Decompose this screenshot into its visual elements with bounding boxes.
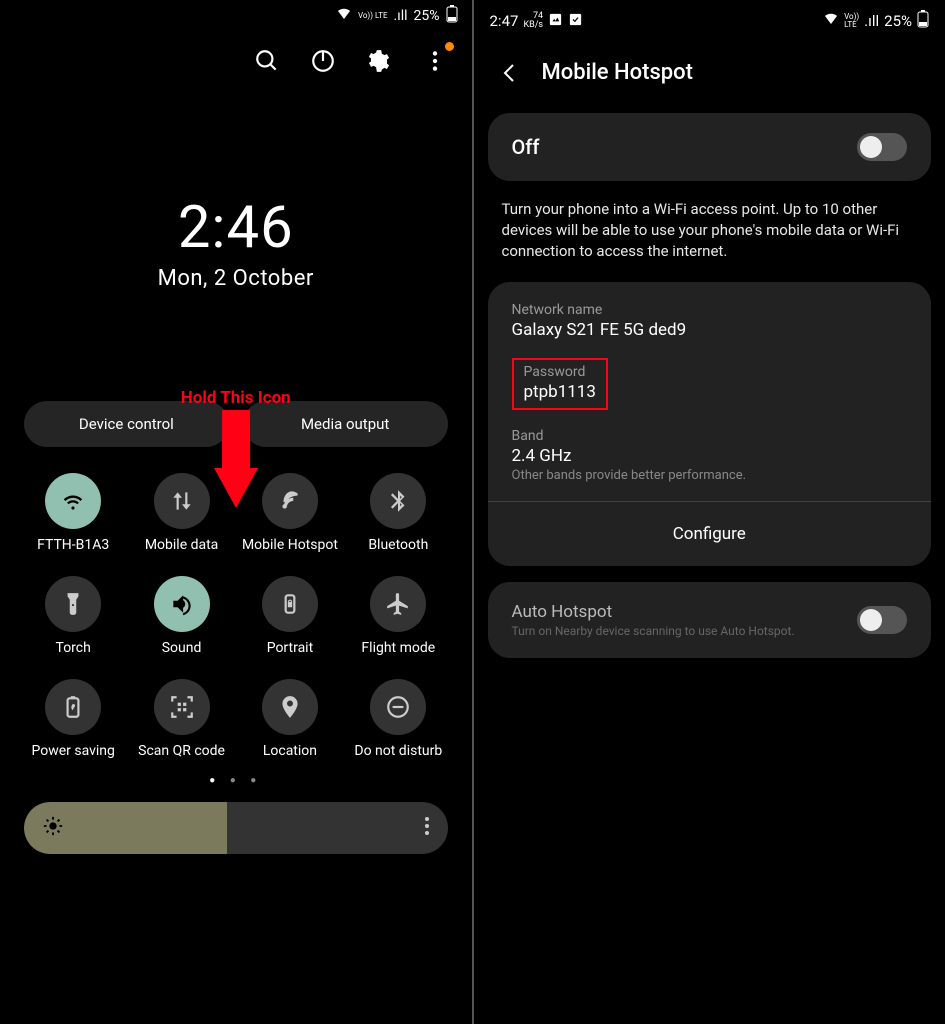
battery-leaf-icon: [45, 679, 101, 735]
password-label: Password: [524, 364, 596, 380]
tile-label: Portrait: [241, 640, 339, 657]
divider: [488, 501, 932, 502]
tile-sound[interactable]: Sound: [132, 576, 230, 657]
clock-block: 2:46 Mon, 2 October: [0, 194, 472, 291]
search-icon[interactable]: [254, 48, 280, 74]
tile-wifi[interactable]: FTTH-B1A3: [24, 473, 122, 554]
header: Mobile Hotspot: [474, 42, 945, 113]
device-control-button[interactable]: Device control: [24, 401, 229, 447]
tile-label: Do not disturb: [349, 743, 447, 760]
tile-label: Location: [241, 743, 339, 760]
tile-grid: FTTH-B1A3 Mobile data Mobile Hotspot Blu…: [0, 447, 472, 769]
qr-icon: [154, 679, 210, 735]
back-button[interactable]: [498, 61, 522, 85]
brightness-icon: [42, 815, 64, 841]
hotspot-toggle[interactable]: [857, 133, 907, 161]
tile-torch[interactable]: Torch: [24, 576, 122, 657]
notification-dot: [445, 42, 454, 51]
tile-label: Torch: [24, 640, 122, 657]
network-speed: 74KB/s: [523, 12, 543, 30]
battery-text: 25%: [884, 12, 912, 30]
auto-hotspot-title: Auto Hotspot: [512, 602, 858, 622]
tile-mobile-data[interactable]: Mobile data: [132, 473, 230, 554]
check-icon: [568, 12, 583, 31]
tile-label: Mobile Hotspot: [241, 537, 339, 554]
auto-hotspot-sub: Turn on Nearby device scanning to use Au…: [512, 624, 858, 638]
dnd-icon: [370, 679, 426, 735]
network-name-value: Galaxy S21 FE 5G ded9: [512, 320, 908, 340]
auto-hotspot-toggle[interactable]: [857, 606, 907, 634]
torch-icon: [45, 576, 101, 632]
signal-indicator: .ıll: [864, 12, 879, 30]
mobile-data-icon: [154, 473, 210, 529]
lte-indicator: Vo)) LTE: [358, 12, 388, 20]
pill-row: Device control Media output: [0, 401, 472, 447]
tile-power-saving[interactable]: Power saving: [24, 679, 122, 760]
settings-gear-icon[interactable]: [366, 48, 392, 74]
password-value: ptpb1113: [524, 382, 596, 402]
quick-settings-panel: Vo)) LTE .ıll 25% 2:46 Mon, 2 October Ho…: [0, 0, 474, 1024]
brightness-slider[interactable]: [24, 802, 448, 854]
hotspot-settings-panel: 2:47 74KB/s Vo))LTE .ıll 25% Mobile Hots…: [474, 0, 945, 1024]
tile-mobile-hotspot[interactable]: Mobile Hotspot: [241, 473, 339, 554]
tile-label: Sound: [132, 640, 230, 657]
battery-text: 25%: [414, 8, 440, 24]
sound-icon: [154, 576, 210, 632]
clock-date: Mon, 2 October: [0, 266, 472, 291]
toolbar: [0, 32, 472, 84]
auto-hotspot-card: Auto Hotspot Turn on Nearby device scann…: [488, 582, 932, 658]
rotation-lock-icon: [262, 576, 318, 632]
tile-label: FTTH-B1A3: [24, 537, 122, 554]
tile-location[interactable]: Location: [241, 679, 339, 760]
tile-flight-mode[interactable]: Flight mode: [349, 576, 447, 657]
signal-indicator: .ıll: [394, 8, 408, 24]
more-icon[interactable]: [422, 48, 448, 74]
lte-indicator: Vo))LTE: [844, 13, 859, 29]
band-field[interactable]: Band 2.4 GHz Other bands provide better …: [512, 428, 908, 483]
page-indicator: ● ● ●: [0, 775, 472, 786]
password-field[interactable]: Password ptpb1113: [512, 358, 908, 410]
band-label: Band: [512, 428, 908, 444]
airplane-icon: [370, 576, 426, 632]
status-time: 2:47: [490, 12, 519, 30]
clock-time: 2:46: [0, 194, 472, 262]
power-icon[interactable]: [310, 48, 336, 74]
hotspot-icon: [262, 473, 318, 529]
network-name-label: Network name: [512, 302, 908, 318]
tile-do-not-disturb[interactable]: Do not disturb: [349, 679, 447, 760]
wifi-status-icon: [336, 7, 352, 25]
tile-label: Mobile data: [132, 537, 230, 554]
tile-label: Power saving: [24, 743, 122, 760]
battery-icon: [446, 5, 458, 27]
band-value: 2.4 GHz: [512, 446, 908, 466]
hotspot-toggle-card: Off: [488, 113, 932, 181]
tile-label: Flight mode: [349, 640, 447, 657]
status-bar: Vo)) LTE .ıll 25%: [0, 0, 472, 32]
network-name-field[interactable]: Network name Galaxy S21 FE 5G ded9: [512, 302, 908, 340]
tile-bluetooth[interactable]: Bluetooth: [349, 473, 447, 554]
hotspot-description: Turn your phone into a Wi-Fi access poin…: [474, 197, 945, 282]
location-pin-icon: [262, 679, 318, 735]
status-bar: 2:47 74KB/s Vo))LTE .ıll 25%: [474, 0, 945, 42]
tile-label: Scan QR code: [132, 743, 230, 760]
tile-scan-qr[interactable]: Scan QR code: [132, 679, 230, 760]
wifi-status-icon: [823, 12, 839, 30]
bluetooth-icon: [370, 473, 426, 529]
wifi-icon: [45, 473, 101, 529]
tile-portrait[interactable]: Portrait: [241, 576, 339, 657]
brightness-more-icon[interactable]: [424, 816, 430, 840]
hotspot-state-label: Off: [512, 135, 540, 159]
configure-button[interactable]: Configure: [512, 516, 908, 546]
tile-label: Bluetooth: [349, 537, 447, 554]
media-output-button[interactable]: Media output: [243, 401, 448, 447]
page-title: Mobile Hotspot: [542, 60, 693, 85]
battery-icon: [917, 10, 929, 32]
hotspot-config-card: Network name Galaxy S21 FE 5G ded9 Passw…: [488, 282, 932, 566]
band-extra: Other bands provide better performance.: [512, 468, 908, 483]
media-icon: [548, 12, 563, 31]
